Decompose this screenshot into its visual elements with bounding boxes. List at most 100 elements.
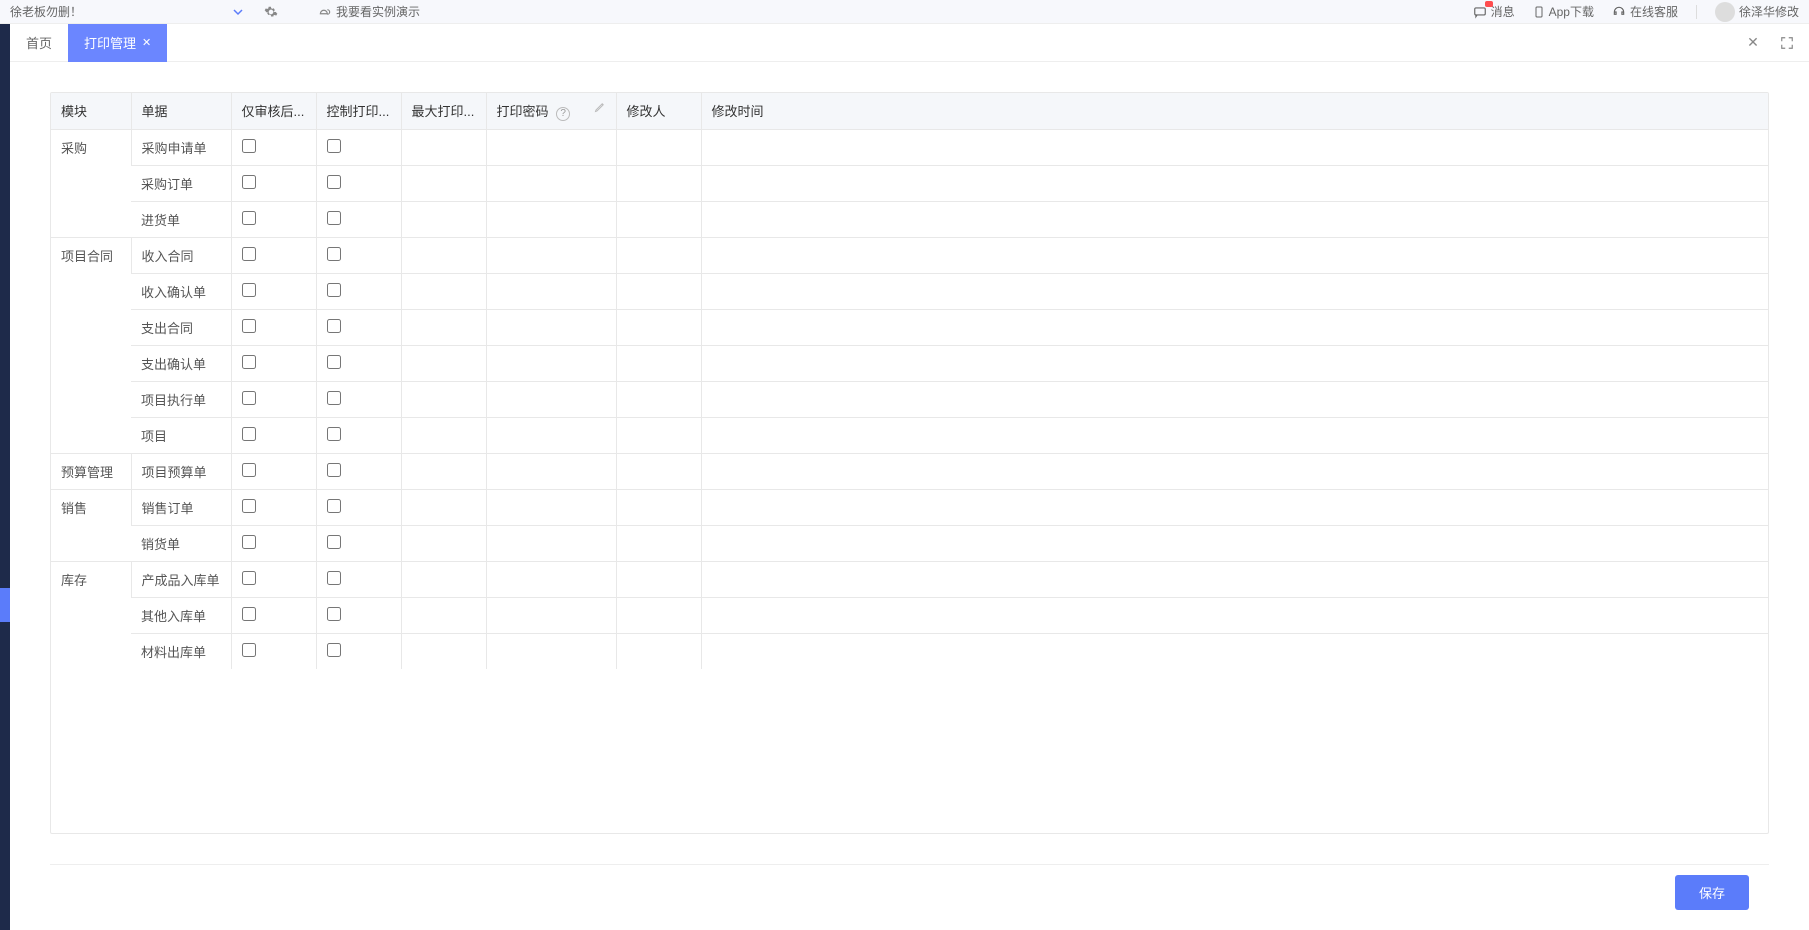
control-print-checkbox[interactable] <box>327 211 341 225</box>
control-print-checkbox[interactable] <box>327 535 341 549</box>
audit-only-cell <box>231 381 316 417</box>
audit-only-checkbox[interactable] <box>242 175 256 189</box>
table-row: 支出合同 <box>51 309 1768 345</box>
empty-cell <box>616 417 701 453</box>
edit-icon[interactable] <box>594 101 606 113</box>
empty-cell <box>401 381 486 417</box>
audit-only-checkbox[interactable] <box>242 211 256 225</box>
empty-cell <box>486 345 616 381</box>
tab-home[interactable]: 首页 <box>10 24 68 62</box>
empty-cell <box>401 453 486 489</box>
control-print-checkbox[interactable] <box>327 319 341 333</box>
empty-cell <box>701 309 1768 345</box>
empty-cell <box>701 345 1768 381</box>
empty-cell <box>401 417 486 453</box>
audit-only-checkbox[interactable] <box>242 391 256 405</box>
module-cell: 采购 <box>51 129 131 237</box>
messages-link[interactable]: 消息 <box>1473 3 1515 20</box>
control-print-checkbox[interactable] <box>327 463 341 477</box>
empty-cell <box>616 561 701 597</box>
audit-only-checkbox[interactable] <box>242 643 256 657</box>
control-print-checkbox[interactable] <box>327 499 341 513</box>
audit-only-checkbox[interactable] <box>242 535 256 549</box>
control-print-cell <box>316 201 401 237</box>
audit-only-checkbox[interactable] <box>242 139 256 153</box>
tab-print-management[interactable]: 打印管理 ✕ <box>68 24 167 62</box>
demo-link[interactable]: 我要看实例演示 <box>318 3 420 20</box>
audit-only-cell <box>231 129 316 165</box>
empty-cell <box>701 129 1768 165</box>
control-print-checkbox[interactable] <box>327 571 341 585</box>
empty-cell <box>616 309 701 345</box>
help-icon[interactable]: ? <box>556 107 570 121</box>
demo-link-label: 我要看实例演示 <box>336 3 420 20</box>
control-print-checkbox[interactable] <box>327 139 341 153</box>
table-row: 采购采购申请单 <box>51 129 1768 165</box>
document-cell: 其他入库单 <box>131 597 231 633</box>
document-cell: 项目执行单 <box>131 381 231 417</box>
empty-cell <box>401 273 486 309</box>
app-download-label: App下载 <box>1549 3 1594 20</box>
sidebar-active-indicator <box>0 588 10 622</box>
table-header-row: 模块 单据 仅审核后... 控制打印... 最大打印... 打印密码 ? <box>51 93 1768 129</box>
main: 首页 打印管理 ✕ ✕ <box>10 24 1809 930</box>
audit-only-checkbox[interactable] <box>242 319 256 333</box>
close-all-tabs-icon[interactable]: ✕ <box>1741 31 1765 55</box>
audit-only-checkbox[interactable] <box>242 283 256 297</box>
company-dropdown-icon[interactable] <box>232 6 244 18</box>
audit-only-checkbox[interactable] <box>242 499 256 513</box>
document-cell: 销售订单 <box>131 489 231 525</box>
table-row: 库存产成品入库单 <box>51 561 1768 597</box>
fullscreen-icon[interactable] <box>1775 31 1799 55</box>
control-print-cell <box>316 273 401 309</box>
control-print-cell <box>316 345 401 381</box>
audit-only-checkbox[interactable] <box>242 355 256 369</box>
empty-cell <box>401 201 486 237</box>
table-row: 项目合同收入合同 <box>51 237 1768 273</box>
audit-only-checkbox[interactable] <box>242 427 256 441</box>
close-icon[interactable]: ✕ <box>142 36 151 49</box>
col-modify-time: 修改时间 <box>701 93 1768 129</box>
empty-cell <box>401 525 486 561</box>
control-print-cell <box>316 417 401 453</box>
module-cell: 销售 <box>51 489 131 561</box>
empty-cell <box>616 525 701 561</box>
table-row: 采购订单 <box>51 165 1768 201</box>
audit-only-checkbox[interactable] <box>242 607 256 621</box>
tabs-row: 首页 打印管理 ✕ ✕ <box>10 24 1809 62</box>
empty-cell <box>701 597 1768 633</box>
control-print-checkbox[interactable] <box>327 643 341 657</box>
audit-only-checkbox[interactable] <box>242 571 256 585</box>
table-scroll[interactable]: 模块 单据 仅审核后... 控制打印... 最大打印... 打印密码 ? <box>51 93 1768 833</box>
control-print-checkbox[interactable] <box>327 175 341 189</box>
app-download-link[interactable]: App下载 <box>1533 3 1594 20</box>
col-module: 模块 <box>51 93 131 129</box>
audit-only-cell <box>231 237 316 273</box>
empty-cell <box>616 237 701 273</box>
control-print-checkbox[interactable] <box>327 283 341 297</box>
empty-cell <box>401 237 486 273</box>
table-row: 销货单 <box>51 525 1768 561</box>
empty-cell <box>701 453 1768 489</box>
empty-cell <box>701 633 1768 669</box>
module-cell: 库存 <box>51 561 131 669</box>
module-cell: 预算管理 <box>51 453 131 489</box>
control-print-checkbox[interactable] <box>327 391 341 405</box>
empty-cell <box>616 489 701 525</box>
control-print-checkbox[interactable] <box>327 607 341 621</box>
user-menu[interactable]: 徐泽华修改 <box>1715 2 1799 22</box>
audit-only-checkbox[interactable] <box>242 247 256 261</box>
empty-cell <box>486 453 616 489</box>
audit-only-cell <box>231 597 316 633</box>
col-max-print: 最大打印... <box>401 93 486 129</box>
control-print-checkbox[interactable] <box>327 427 341 441</box>
empty-cell <box>486 525 616 561</box>
online-service-link[interactable]: 在线客服 <box>1612 3 1678 20</box>
top-right: 消息 App下载 在线客服 徐泽华修改 <box>1473 2 1799 22</box>
save-button[interactable]: 保存 <box>1675 875 1749 910</box>
gear-icon[interactable] <box>264 5 278 19</box>
control-print-checkbox[interactable] <box>327 247 341 261</box>
audit-only-cell <box>231 561 316 597</box>
control-print-checkbox[interactable] <box>327 355 341 369</box>
audit-only-checkbox[interactable] <box>242 463 256 477</box>
